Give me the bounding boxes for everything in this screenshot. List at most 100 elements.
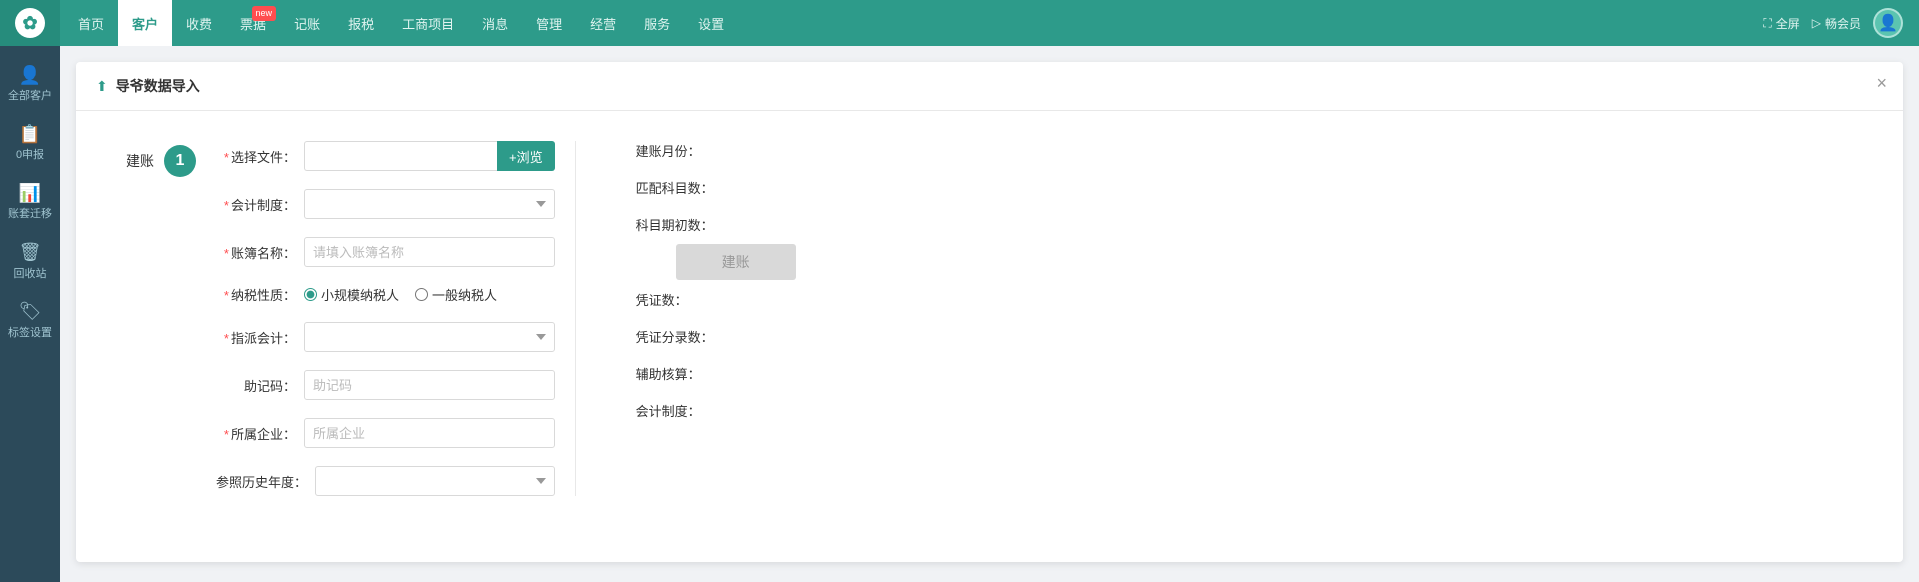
nav-item-service[interactable]: 服务 bbox=[630, 0, 684, 46]
vertical-divider bbox=[575, 141, 576, 496]
trash-icon: 🗑 bbox=[19, 242, 41, 264]
nav-item-invoice[interactable]: 票据 new bbox=[226, 0, 280, 46]
nav-item-tax[interactable]: 报税 bbox=[334, 0, 388, 46]
accounting-system-row: *会计制度： bbox=[216, 189, 555, 219]
nav-item-account[interactable]: 记账 bbox=[280, 0, 334, 46]
step-circle: 1 bbox=[164, 145, 196, 177]
tax-type-label: *纳税性质： bbox=[216, 285, 296, 304]
voucher-row: 凭证数： bbox=[636, 290, 876, 309]
aux-calc-label: 辅助核算： bbox=[636, 364, 726, 383]
aux-calc-row: 辅助核算： bbox=[636, 364, 876, 383]
nav-item-collection[interactable]: 收费 bbox=[172, 0, 226, 46]
step-section: 建账 1 bbox=[96, 141, 216, 177]
user-icon: 👤 bbox=[1878, 13, 1898, 33]
memo-input[interactable] bbox=[304, 370, 555, 400]
nav-item-manage[interactable]: 管理 bbox=[522, 0, 576, 46]
file-row: *选择文件： +浏览 bbox=[216, 141, 555, 171]
member-button[interactable]: ▷ 畅会员 bbox=[1812, 15, 1861, 32]
step-label: 建账 bbox=[126, 151, 154, 171]
sidebar-item-tag-settings[interactable]: 🏷 标签设置 bbox=[0, 291, 60, 350]
month-label: 建账月份： bbox=[636, 141, 726, 160]
initial-subject-row: 科目期初数： bbox=[636, 215, 876, 234]
history-year-select[interactable] bbox=[315, 466, 555, 496]
tag-icon: 🏷 bbox=[19, 301, 41, 323]
initial-subject-label: 科目期初数： bbox=[636, 215, 726, 234]
sidebar-item-recycle[interactable]: 🗑 回收站 bbox=[0, 232, 60, 291]
account-name-label: *账簿名称： bbox=[216, 243, 296, 262]
form-section: *选择文件： +浏览 *会计制度： bbox=[216, 141, 555, 496]
nav-item-operation[interactable]: 经营 bbox=[576, 0, 630, 46]
voucher-count-label: 凭证分录数： bbox=[636, 327, 726, 346]
accountant-select[interactable] bbox=[304, 322, 555, 352]
user-icon: 👤 bbox=[19, 64, 41, 86]
company-input[interactable] bbox=[304, 418, 555, 448]
account-name-input[interactable] bbox=[304, 237, 555, 267]
memo-label: 助记码： bbox=[216, 376, 296, 395]
history-year-label: 参照历史年度： bbox=[216, 472, 307, 491]
fullscreen-icon: ⛶ bbox=[1763, 16, 1771, 31]
dialog-body: 建账 1 *选择文件： bbox=[76, 111, 1903, 516]
sidebar-item-all-customers[interactable]: 👤 全部客户 bbox=[0, 54, 60, 113]
info-section-2: 凭证数： 凭证分录数： 辅助核算： 会计制度： bbox=[596, 290, 876, 420]
tax-type-radio-group: 小规模纳税人 一般纳税人 bbox=[304, 285, 555, 304]
avatar[interactable]: 👤 bbox=[1873, 8, 1903, 38]
logo-symbol: ✿ bbox=[22, 13, 37, 34]
history-year-row: 参照历史年度： bbox=[216, 466, 555, 496]
required-star: * bbox=[224, 198, 229, 213]
accounting-system-label: *会计制度： bbox=[216, 195, 296, 214]
file-input-row: +浏览 bbox=[304, 141, 555, 171]
step-row: 建账 1 bbox=[126, 145, 196, 177]
acc-system-row: 会计制度： bbox=[636, 401, 876, 420]
small-taxpayer-option[interactable]: 小规模纳税人 bbox=[304, 285, 399, 304]
required-star: * bbox=[224, 427, 229, 442]
main-layout: 👤 全部客户 📋 0申报 📊 账套迁移 🗑 回收站 🏷 标签设置 ⬆ 导爷数据导… bbox=[0, 46, 1919, 582]
nav-item-customer[interactable]: 客户 bbox=[118, 0, 172, 46]
nav-item-business[interactable]: 工商项目 bbox=[388, 0, 468, 46]
voucher-count-row: 凭证分录数： bbox=[636, 327, 876, 346]
required-star: * bbox=[224, 246, 229, 261]
voucher-label: 凭证数： bbox=[636, 290, 726, 309]
match-subject-label: 匹配科目数： bbox=[636, 178, 726, 197]
build-account-button[interactable]: 建账 bbox=[676, 244, 796, 280]
content-area: ⬆ 导爷数据导入 × 建账 1 bbox=[60, 46, 1919, 582]
sidebar-item-account-migration[interactable]: 📊 账套迁移 bbox=[0, 172, 60, 231]
company-label: *所属企业： bbox=[216, 424, 296, 443]
migration-icon: 📊 bbox=[19, 182, 41, 204]
file-input[interactable] bbox=[304, 141, 497, 171]
nav-item-settings[interactable]: 设置 bbox=[684, 0, 738, 46]
accountant-row: *指派会计： bbox=[216, 322, 555, 352]
upload-icon: ⬆ bbox=[96, 78, 108, 95]
dialog-header: ⬆ 导爷数据导入 × bbox=[76, 62, 1903, 111]
top-navigation: ✿ 首页 客户 收费 票据 new 记账 报税 工商项目 消息 管理 经营 服务… bbox=[0, 0, 1919, 46]
declaration-icon: 📋 bbox=[19, 123, 41, 145]
fullscreen-button[interactable]: ⛶ 全屏 bbox=[1763, 15, 1799, 32]
general-taxpayer-radio[interactable] bbox=[415, 288, 428, 301]
accountant-label: *指派会计： bbox=[216, 328, 296, 347]
nav-item-home[interactable]: 首页 bbox=[64, 0, 118, 46]
company-row: *所属企业： bbox=[216, 418, 555, 448]
sidebar-item-declaration[interactable]: 📋 0申报 bbox=[0, 113, 60, 172]
accounting-system-select[interactable] bbox=[304, 189, 555, 219]
acc-system-label: 会计制度： bbox=[636, 401, 726, 420]
match-subject-row: 匹配科目数： bbox=[636, 178, 876, 197]
small-taxpayer-radio[interactable] bbox=[304, 288, 317, 301]
app-logo: ✿ bbox=[0, 0, 60, 46]
file-label: *选择文件： bbox=[216, 147, 296, 166]
browse-button[interactable]: +浏览 bbox=[497, 141, 555, 171]
invoice-badge: new bbox=[252, 6, 277, 21]
required-star: * bbox=[224, 288, 229, 303]
close-button[interactable]: × bbox=[1876, 74, 1887, 92]
dialog-title: 导爷数据导入 bbox=[116, 76, 200, 96]
right-section: 建账月份： 匹配科目数： 科目期初数： bbox=[596, 141, 876, 496]
general-taxpayer-option[interactable]: 一般纳税人 bbox=[415, 285, 497, 304]
nav-item-message[interactable]: 消息 bbox=[468, 0, 522, 46]
nav-items: 首页 客户 收费 票据 new 记账 报税 工商项目 消息 管理 经营 服务 设… bbox=[60, 0, 1763, 46]
memo-row: 助记码： bbox=[216, 370, 555, 400]
play-icon: ▷ bbox=[1812, 16, 1821, 30]
build-btn-area: 建账 bbox=[596, 234, 876, 290]
required-star: * bbox=[224, 150, 229, 165]
tax-type-row: *纳税性质： 小规模纳税人 一般纳税人 bbox=[216, 285, 555, 304]
account-name-row: *账簿名称： bbox=[216, 237, 555, 267]
required-star: * bbox=[224, 331, 229, 346]
nav-right: ⛶ 全屏 ▷ 畅会员 👤 bbox=[1763, 8, 1919, 38]
